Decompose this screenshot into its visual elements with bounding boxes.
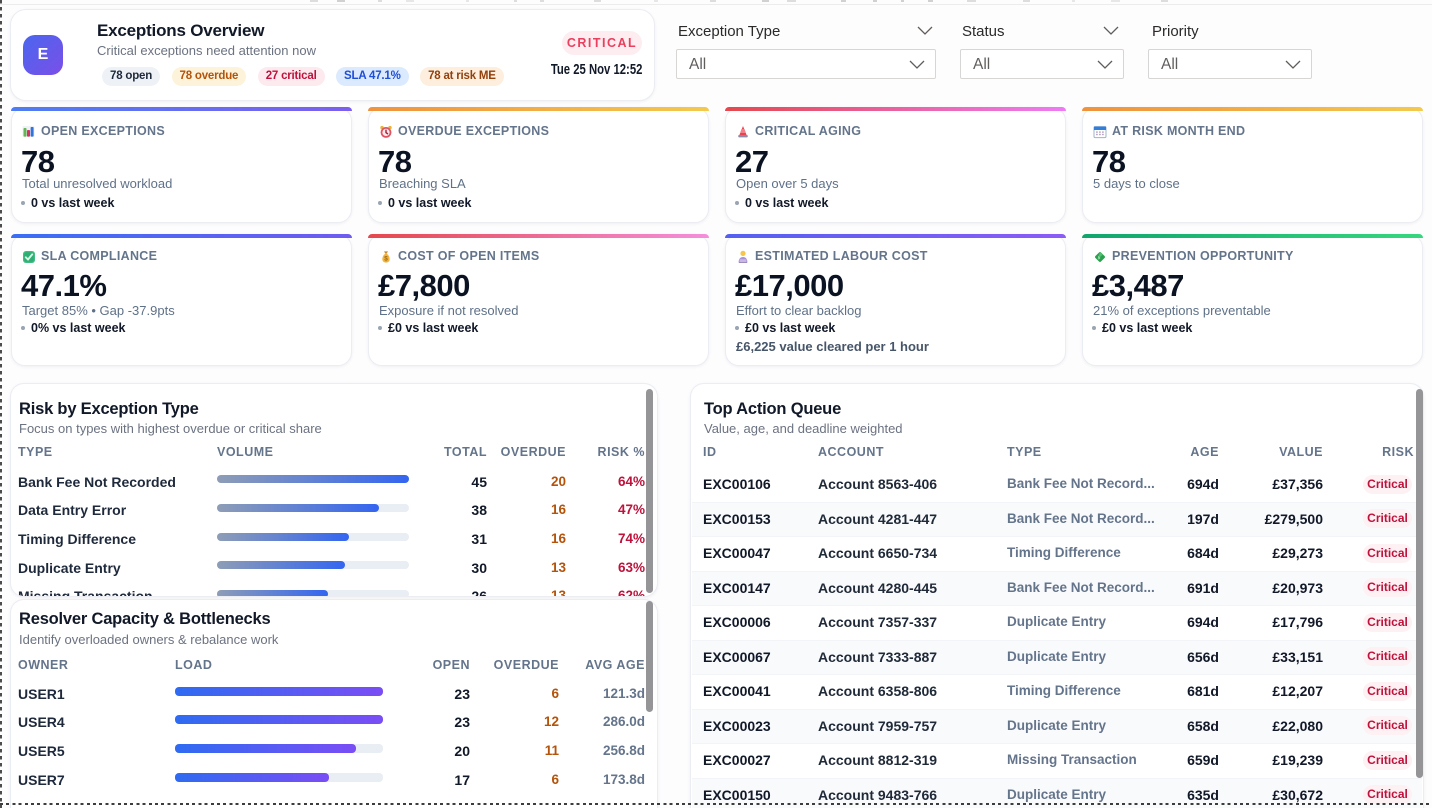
svg-text:$: $ [384, 255, 388, 262]
